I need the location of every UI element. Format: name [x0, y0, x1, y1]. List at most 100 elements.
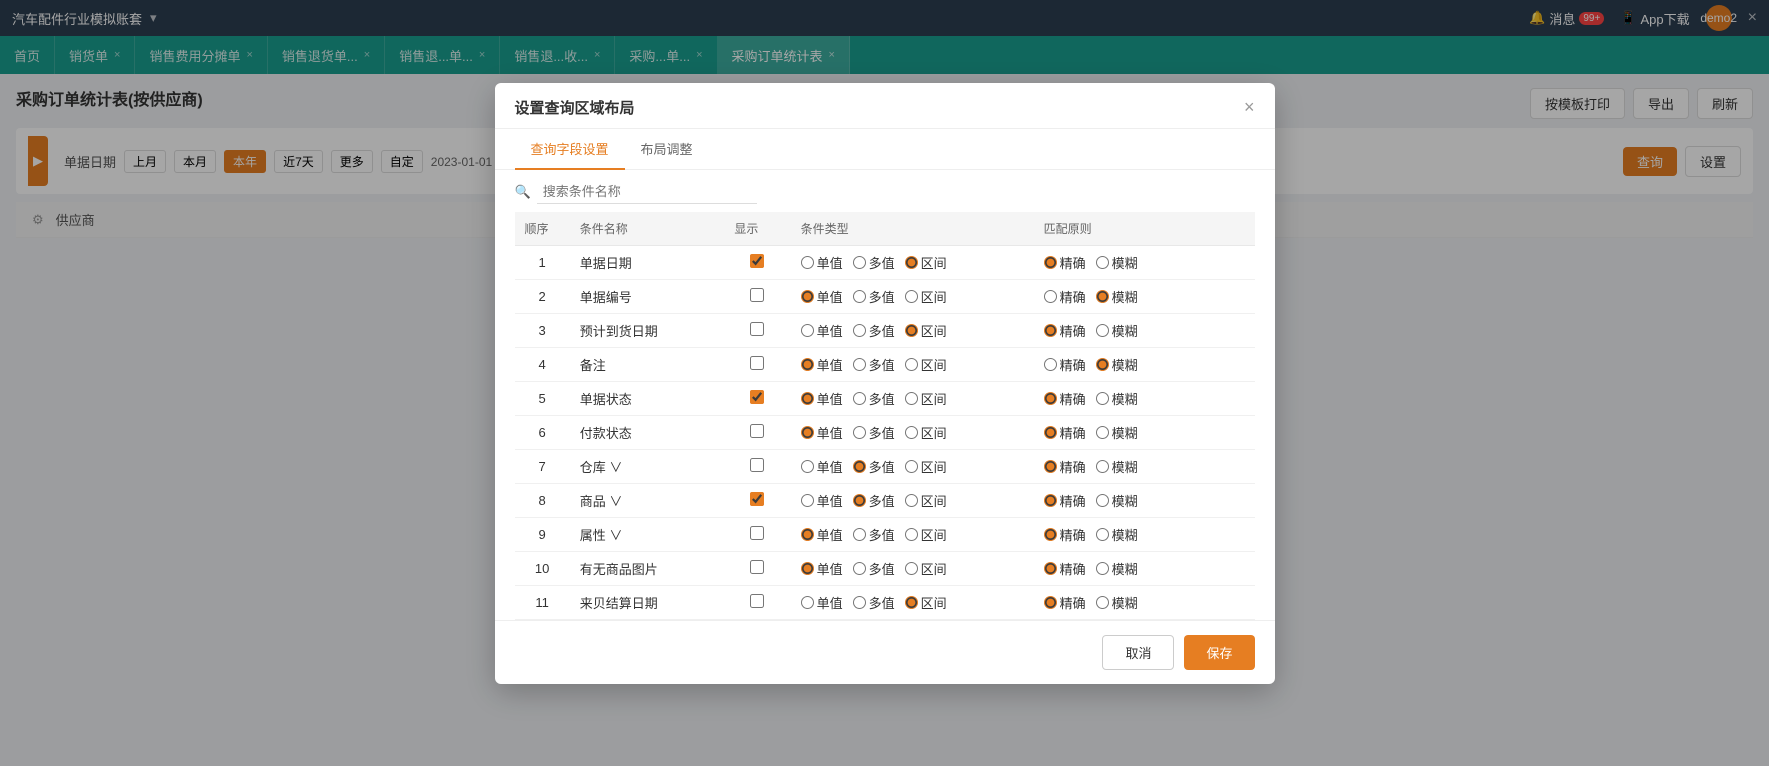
show-checkbox-10[interactable]: [750, 594, 764, 608]
type-option-8-单值[interactable]: 单值: [801, 525, 843, 544]
show-checkbox-7[interactable]: [750, 492, 764, 506]
type-radio-1-区间[interactable]: [905, 290, 918, 303]
type-radio-7-单值[interactable]: [801, 494, 814, 507]
match-radio-7-模糊[interactable]: [1096, 494, 1109, 507]
row-show-2[interactable]: [724, 313, 790, 347]
type-option-9-多值[interactable]: 多值: [853, 559, 895, 578]
type-option-0-多值[interactable]: 多值: [853, 253, 895, 272]
match-radio-0-精确[interactable]: [1044, 256, 1057, 269]
type-radio-2-单值[interactable]: [801, 324, 814, 337]
type-option-4-多值[interactable]: 多值: [853, 389, 895, 408]
match-radio-9-精确[interactable]: [1044, 562, 1057, 575]
type-option-9-区间[interactable]: 区间: [905, 559, 947, 578]
type-radio-7-多值[interactable]: [853, 494, 866, 507]
show-checkbox-6[interactable]: [750, 458, 764, 472]
match-radio-0-模糊[interactable]: [1096, 256, 1109, 269]
type-option-1-多值[interactable]: 多值: [853, 287, 895, 306]
type-option-5-单值[interactable]: 单值: [801, 423, 843, 442]
type-radio-1-多值[interactable]: [853, 290, 866, 303]
match-radio-3-精确[interactable]: [1044, 358, 1057, 371]
dialog-close-btn[interactable]: ×: [1244, 98, 1255, 116]
type-radio-3-单值[interactable]: [801, 358, 814, 371]
type-option-5-区间[interactable]: 区间: [905, 423, 947, 442]
match-option-2-模糊[interactable]: 模糊: [1096, 321, 1138, 340]
match-option-3-模糊[interactable]: 模糊: [1096, 355, 1138, 374]
type-option-9-单值[interactable]: 单值: [801, 559, 843, 578]
type-option-7-区间[interactable]: 区间: [905, 491, 947, 510]
type-radio-0-多值[interactable]: [853, 256, 866, 269]
type-option-8-多值[interactable]: 多值: [853, 525, 895, 544]
row-show-7[interactable]: [724, 483, 790, 517]
search-input[interactable]: [537, 180, 757, 204]
match-radio-4-精确[interactable]: [1044, 392, 1057, 405]
type-option-2-区间[interactable]: 区间: [905, 321, 947, 340]
row-show-6[interactable]: [724, 449, 790, 483]
match-option-8-模糊[interactable]: 模糊: [1096, 525, 1138, 544]
row-show-3[interactable]: [724, 347, 790, 381]
show-checkbox-2[interactable]: [750, 322, 764, 336]
type-option-8-区间[interactable]: 区间: [905, 525, 947, 544]
show-checkbox-5[interactable]: [750, 424, 764, 438]
type-radio-4-区间[interactable]: [905, 392, 918, 405]
match-radio-7-精确[interactable]: [1044, 494, 1057, 507]
match-option-6-模糊[interactable]: 模糊: [1096, 457, 1138, 476]
type-option-6-区间[interactable]: 区间: [905, 457, 947, 476]
type-option-6-单值[interactable]: 单值: [801, 457, 843, 476]
type-radio-7-区间[interactable]: [905, 494, 918, 507]
type-option-7-单值[interactable]: 单值: [801, 491, 843, 510]
match-option-3-精确[interactable]: 精确: [1044, 355, 1086, 374]
type-radio-4-多值[interactable]: [853, 392, 866, 405]
type-option-4-单值[interactable]: 单值: [801, 389, 843, 408]
match-option-0-精确[interactable]: 精确: [1044, 253, 1086, 272]
row-show-0[interactable]: [724, 245, 790, 279]
match-radio-8-模糊[interactable]: [1096, 528, 1109, 541]
type-option-6-多值[interactable]: 多值: [853, 457, 895, 476]
match-option-6-精确[interactable]: 精确: [1044, 457, 1086, 476]
type-radio-1-单值[interactable]: [801, 290, 814, 303]
show-checkbox-8[interactable]: [750, 526, 764, 540]
match-option-4-模糊[interactable]: 模糊: [1096, 389, 1138, 408]
match-option-1-精确[interactable]: 精确: [1044, 287, 1086, 306]
type-radio-9-多值[interactable]: [853, 562, 866, 575]
row-show-10[interactable]: [724, 585, 790, 619]
match-option-7-模糊[interactable]: 模糊: [1096, 491, 1138, 510]
type-option-1-区间[interactable]: 区间: [905, 287, 947, 306]
type-radio-6-单值[interactable]: [801, 460, 814, 473]
match-option-9-模糊[interactable]: 模糊: [1096, 559, 1138, 578]
match-radio-2-精确[interactable]: [1044, 324, 1057, 337]
type-option-0-单值[interactable]: 单值: [801, 253, 843, 272]
row-show-5[interactable]: [724, 415, 790, 449]
type-option-2-多值[interactable]: 多值: [853, 321, 895, 340]
match-option-8-精确[interactable]: 精确: [1044, 525, 1086, 544]
dialog-tab-layout[interactable]: 布局调整: [625, 129, 709, 170]
dialog-tab-fields[interactable]: 查询字段设置: [515, 129, 625, 170]
type-radio-8-单值[interactable]: [801, 528, 814, 541]
match-option-4-精确[interactable]: 精确: [1044, 389, 1086, 408]
type-radio-6-区间[interactable]: [905, 460, 918, 473]
type-radio-8-区间[interactable]: [905, 528, 918, 541]
type-option-2-单值[interactable]: 单值: [801, 321, 843, 340]
type-option-7-多值[interactable]: 多值: [853, 491, 895, 510]
type-option-10-单值[interactable]: 单值: [801, 593, 843, 612]
match-radio-8-精确[interactable]: [1044, 528, 1057, 541]
match-option-5-精确[interactable]: 精确: [1044, 423, 1086, 442]
type-option-10-多值[interactable]: 多值: [853, 593, 895, 612]
show-checkbox-4[interactable]: [750, 390, 764, 404]
show-checkbox-9[interactable]: [750, 560, 764, 574]
match-radio-10-模糊[interactable]: [1096, 596, 1109, 609]
type-radio-10-多值[interactable]: [853, 596, 866, 609]
match-option-10-精确[interactable]: 精确: [1044, 593, 1086, 612]
match-option-5-模糊[interactable]: 模糊: [1096, 423, 1138, 442]
type-radio-0-区间[interactable]: [905, 256, 918, 269]
type-radio-0-单值[interactable]: [801, 256, 814, 269]
match-option-1-模糊[interactable]: 模糊: [1096, 287, 1138, 306]
match-option-10-模糊[interactable]: 模糊: [1096, 593, 1138, 612]
match-radio-6-模糊[interactable]: [1096, 460, 1109, 473]
match-radio-6-精确[interactable]: [1044, 460, 1057, 473]
type-option-5-多值[interactable]: 多值: [853, 423, 895, 442]
type-radio-10-区间[interactable]: [905, 596, 918, 609]
type-radio-4-单值[interactable]: [801, 392, 814, 405]
show-checkbox-0[interactable]: [750, 254, 764, 268]
cancel-btn[interactable]: 取消: [1102, 635, 1174, 670]
match-radio-10-精确[interactable]: [1044, 596, 1057, 609]
